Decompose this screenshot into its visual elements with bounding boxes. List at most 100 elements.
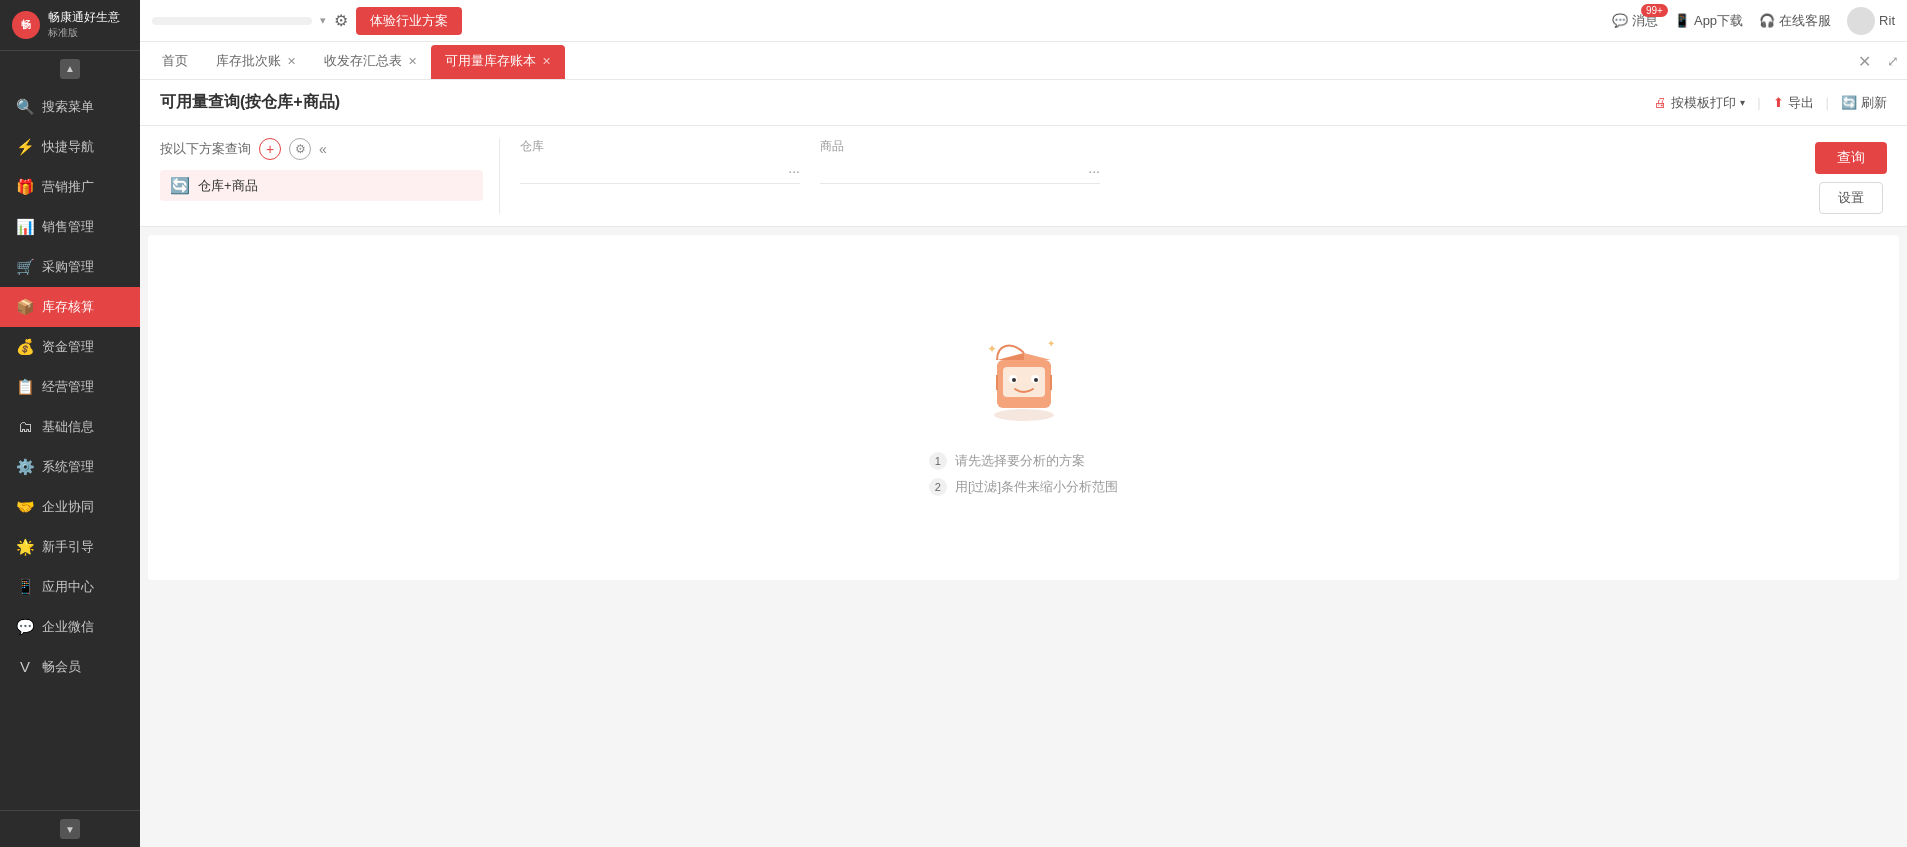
page-header: 可用量查询(按仓库+商品) 🖨 按模板打印 ▾ | ⬆ 导出 | 🔄 刷新 <box>140 80 1907 126</box>
refresh-label: 刷新 <box>1861 94 1887 112</box>
header-gear-icon[interactable]: ⚙ <box>334 11 348 30</box>
refresh-button[interactable]: 🔄 刷新 <box>1841 94 1887 112</box>
sidebar-item-purchase[interactable]: 🛒 采购管理 <box>0 247 140 287</box>
svg-point-5 <box>1012 378 1016 382</box>
system-icon: ⚙️ <box>16 458 34 476</box>
sidebar-item-guide[interactable]: 🌟 新手引导 <box>0 527 140 567</box>
sidebar-item-member[interactable]: V 畅会员 <box>0 647 140 687</box>
print-dropdown-icon[interactable]: ▾ <box>1740 97 1745 108</box>
sidebar-item-shortcut[interactable]: ⚡ 快捷导航 <box>0 127 140 167</box>
tab-close-available-ledger[interactable]: ✕ <box>542 55 551 68</box>
tab-available-ledger[interactable]: 可用量库存账本 ✕ <box>431 45 565 79</box>
marketing-icon: 🎁 <box>16 178 34 196</box>
basic-icon: 🗂 <box>16 418 34 436</box>
top-header: ▾ ⚙ 体验行业方案 💬 消息 99+ 📱 App下载 🎧 在线客服 Rit <box>140 0 1907 42</box>
header-search-input[interactable] <box>152 17 312 25</box>
sidebar-item-label-shortcut: 快捷导航 <box>42 138 94 156</box>
export-label: 导出 <box>1788 94 1814 112</box>
tab-bar-close-icon[interactable]: ✕ <box>1858 51 1871 70</box>
product-dots-icon[interactable]: ··· <box>1088 163 1100 179</box>
product-input[interactable] <box>820 164 1088 179</box>
trial-button[interactable]: 体验行业方案 <box>356 7 462 35</box>
finance-icon: 💰 <box>16 338 34 356</box>
sidebar-item-label-apps: 应用中心 <box>42 578 94 596</box>
print-icon: 🖨 <box>1654 95 1667 110</box>
warehouse-input[interactable] <box>520 164 788 179</box>
sidebar-item-wechat[interactable]: 💬 企业微信 <box>0 607 140 647</box>
filter-right: 仓库 ··· 商品 ··· 查询 设置 <box>500 138 1887 214</box>
sidebar-item-marketing[interactable]: 🎁 营销推广 <box>0 167 140 207</box>
print-button[interactable]: 🖨 按模板打印 ▾ <box>1654 94 1745 112</box>
sidebar-item-sales[interactable]: 📊 销售管理 <box>0 207 140 247</box>
sidebar-item-label-basic: 基础信息 <box>42 418 94 436</box>
sidebar-item-search[interactable]: 🔍 搜索菜单 <box>0 87 140 127</box>
shortcut-icon: ⚡ <box>16 138 34 156</box>
sales-icon: 📊 <box>16 218 34 236</box>
export-icon: ⬆ <box>1773 95 1784 110</box>
empty-icon: ✦ ✦ ✦ <box>969 315 1079 428</box>
filter-actions: 查询 设置 <box>1815 138 1887 214</box>
header-dropdown-icon[interactable]: ▾ <box>320 14 326 27</box>
print-label: 按模板打印 <box>1671 94 1736 112</box>
message-icon-area[interactable]: 💬 消息 99+ <box>1612 12 1658 30</box>
inventory-icon: 📦 <box>16 298 34 316</box>
sidebar-version: 标准版 <box>48 26 120 40</box>
product-label: 商品 <box>820 138 1100 155</box>
sidebar-item-basic[interactable]: 🗂 基础信息 <box>0 407 140 447</box>
sidebar-scroll-down[interactable]: ▼ <box>60 819 80 839</box>
user-area[interactable]: Rit <box>1847 7 1895 35</box>
product-filter: 商品 ··· <box>820 138 1100 184</box>
sidebar-item-finance[interactable]: 💰 资金管理 <box>0 327 140 367</box>
filter-section: 按以下方案查询 + ⚙ « 🔄 仓库+商品 仓库 ··· <box>140 126 1907 227</box>
tab-batch-ledger[interactable]: 库存批次账 ✕ <box>202 45 310 79</box>
refresh-icon: 🔄 <box>1841 95 1857 110</box>
search-icon: 🔍 <box>16 98 34 116</box>
warehouse-dots-icon[interactable]: ··· <box>788 163 800 179</box>
sidebar-item-label-marketing: 营销推广 <box>42 178 94 196</box>
sidebar-item-label-operations: 经营管理 <box>42 378 94 396</box>
filter-left: 按以下方案查询 + ⚙ « 🔄 仓库+商品 <box>160 138 500 214</box>
sidebar-scroll-up[interactable]: ▲ <box>60 59 80 79</box>
scheme-icon: 🔄 <box>170 176 190 195</box>
tab-bar-expand-icon[interactable]: ⤢ <box>1887 53 1899 69</box>
sidebar-logo: 畅 <box>12 11 40 39</box>
add-scheme-button[interactable]: + <box>259 138 281 160</box>
sidebar-item-label-sales: 销售管理 <box>42 218 94 236</box>
tab-receipt-summary[interactable]: 收发存汇总表✕ <box>310 45 431 79</box>
app-download-area[interactable]: 📱 App下载 <box>1674 12 1743 30</box>
sidebar-item-label-purchase: 采购管理 <box>42 258 94 276</box>
sidebar-item-label-search: 搜索菜单 <box>42 98 94 116</box>
scheme-settings-button[interactable]: ⚙ <box>289 138 311 160</box>
tab-close-batch-ledger[interactable]: ✕ <box>287 55 296 68</box>
sidebar-item-label-finance: 资金管理 <box>42 338 94 356</box>
tab-label-batch-ledger: 库存批次账 <box>216 52 281 70</box>
sidebar-item-label-wechat: 企业微信 <box>42 618 94 636</box>
svg-text:✦: ✦ <box>1039 356 1046 365</box>
svg-text:✦: ✦ <box>1047 338 1055 349</box>
tab-label-available-ledger: 可用量库存账本 <box>445 52 536 70</box>
sidebar-item-inventory[interactable]: 📦 库存核算 <box>0 287 140 327</box>
tab-close-receipt-summary[interactable]: ✕ <box>408 55 417 68</box>
scheme-item[interactable]: 🔄 仓库+商品 <box>160 170 483 201</box>
collapse-button[interactable]: « <box>319 141 327 157</box>
empty-state: ✦ ✦ ✦ 1 请先选择要分析的方案 2 用[过滤]条件来缩小分析范围 <box>148 235 1899 580</box>
tab-home[interactable]: 首页 <box>148 45 202 79</box>
sidebar-item-label-guide: 新手引导 <box>42 538 94 556</box>
tab-bar: 首页库存批次账✕收发存汇总表✕可用量库存账本✕✕ ⤢ <box>140 42 1907 80</box>
settings-button[interactable]: 设置 <box>1819 182 1883 214</box>
sidebar-item-cooperation[interactable]: 🤝 企业协同 <box>0 487 140 527</box>
scheme-name: 仓库+商品 <box>198 177 258 195</box>
message-badge: 99+ <box>1641 4 1668 17</box>
query-button[interactable]: 查询 <box>1815 142 1887 174</box>
sidebar-item-operations[interactable]: 📋 经营管理 <box>0 367 140 407</box>
wechat-icon: 💬 <box>16 618 34 636</box>
sidebar-item-label-cooperation: 企业协同 <box>42 498 94 516</box>
sidebar-header: 畅 畅康通好生意 标准版 <box>0 0 140 51</box>
online-service-area[interactable]: 🎧 在线客服 <box>1759 12 1831 30</box>
sidebar-item-apps[interactable]: 📱 应用中心 <box>0 567 140 607</box>
svg-point-6 <box>1034 378 1038 382</box>
export-button[interactable]: ⬆ 导出 <box>1773 94 1814 112</box>
sidebar-item-system[interactable]: ⚙️ 系统管理 <box>0 447 140 487</box>
page-content: 可用量查询(按仓库+商品) 🖨 按模板打印 ▾ | ⬆ 导出 | 🔄 刷新 <box>140 80 1907 847</box>
warehouse-filter: 仓库 ··· <box>520 138 800 184</box>
